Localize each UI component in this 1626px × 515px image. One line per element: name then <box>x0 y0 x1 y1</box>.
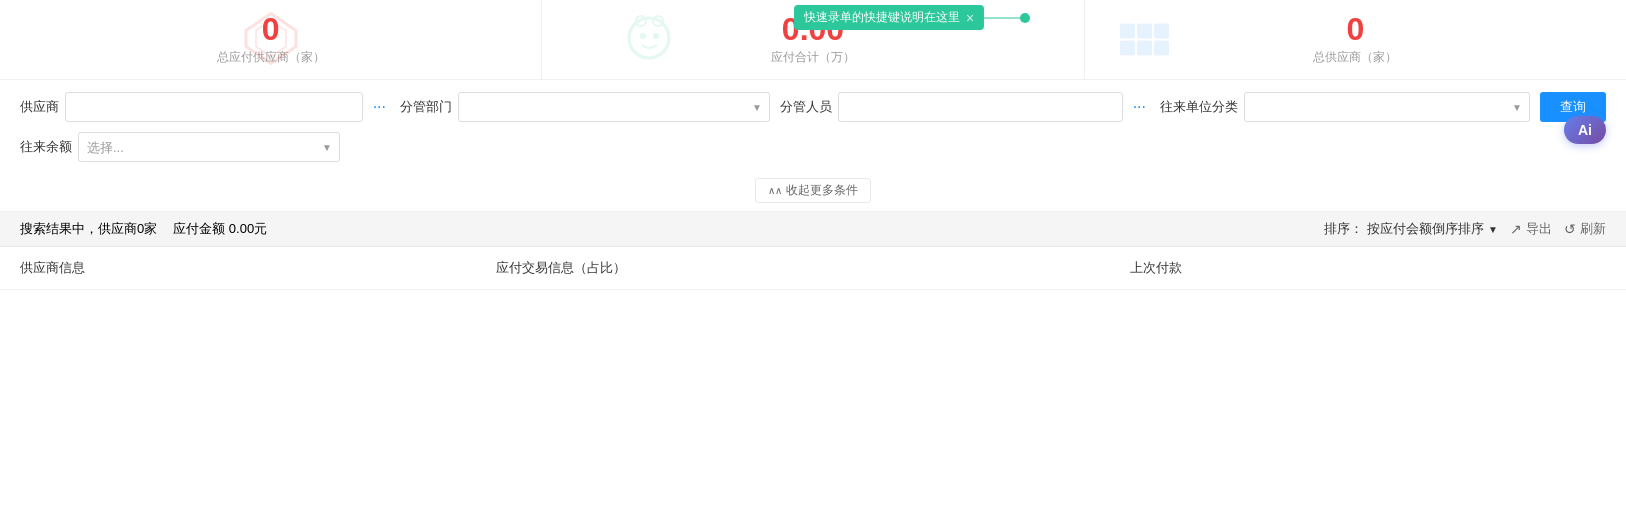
tooltip-close-btn[interactable]: × <box>966 11 974 25</box>
unit-category-select[interactable] <box>1244 92 1530 122</box>
department-select-wrapper: ▼ <box>458 92 770 122</box>
top-stats: 0 总应付供应商（家） 快速录单的快捷键说明在这里 × 0.00 应付合计（万） <box>0 0 1626 80</box>
refresh-icon: ↺ <box>1564 221 1576 237</box>
total-suppliers-label: 总供应商（家） <box>1313 49 1397 66</box>
collapse-label: 收起更多条件 <box>786 182 858 199</box>
refresh-button[interactable]: ↺ 刷新 <box>1564 220 1606 238</box>
collapse-button[interactable]: ∧∧ 收起更多条件 <box>755 178 871 203</box>
svg-rect-11 <box>1137 40 1152 55</box>
sort-button[interactable]: 排序： 按应付会额倒序排序 ▼ <box>1324 220 1498 238</box>
supplier-dots-btn[interactable]: ··· <box>369 98 390 116</box>
result-bar: 搜索结果中，供应商0家 应付金额 0.00元 排序： 按应付会额倒序排序 ▼ ↗… <box>0 212 1626 247</box>
svg-rect-10 <box>1120 40 1135 55</box>
svg-point-6 <box>653 33 659 39</box>
ai-button[interactable]: Ai <box>1564 116 1606 144</box>
collapse-bar: ∧∧ 收起更多条件 <box>20 172 1606 211</box>
svg-rect-12 <box>1154 40 1169 55</box>
result-info-text: 搜索结果中，供应商0家 <box>20 220 157 238</box>
balance-filter: 往来余额 选择... ▼ <box>20 132 340 162</box>
filter-row-2: 往来余额 选择... ▼ <box>20 132 1606 162</box>
tooltip-dot <box>1020 13 1030 23</box>
balance-select[interactable]: 选择... <box>78 132 340 162</box>
collapse-up-icon: ∧∧ <box>768 185 782 196</box>
result-actions: 排序： 按应付会额倒序排序 ▼ ↗ 导出 ↺ 刷新 <box>1324 220 1606 238</box>
person-filter: 分管人员 ··· <box>780 92 1150 122</box>
svg-marker-1 <box>256 20 286 56</box>
tooltip-text: 快速录单的快捷键说明在这里 <box>804 9 960 26</box>
diamond-icon <box>241 8 301 71</box>
svg-rect-8 <box>1137 23 1152 38</box>
table-col-supplier-info: 供应商信息 <box>20 259 496 277</box>
person-input[interactable] <box>838 92 1123 122</box>
refresh-label: 刷新 <box>1580 220 1606 238</box>
svg-rect-9 <box>1154 23 1169 38</box>
sort-label: 排序： <box>1324 220 1363 238</box>
department-filter: 分管部门 ▼ <box>400 92 770 122</box>
person-dots-btn[interactable]: ··· <box>1129 98 1150 116</box>
result-amount-text: 应付金额 0.00元 <box>173 220 267 238</box>
result-info-group: 搜索结果中，供应商0家 应付金额 0.00元 <box>20 220 267 238</box>
payable-total-label: 应付合计（万） <box>771 49 855 66</box>
filter-row-1: 供应商 ··· 分管部门 ▼ 分管人员 ··· 往来单位分类 <box>20 92 1606 122</box>
table-header: 供应商信息 应付交易信息（占比） 上次付款 <box>0 247 1626 290</box>
table-col-payable-info: 应付交易信息（占比） <box>496 259 1130 277</box>
table-col-last-payment: 上次付款 <box>1130 259 1606 277</box>
table-body <box>0 290 1626 490</box>
stat-payable-total: 快速录单的快捷键说明在这里 × 0.00 应付合计（万） <box>542 0 1084 79</box>
sort-arrow-icon: ▼ <box>1488 224 1498 235</box>
svg-rect-7 <box>1120 23 1135 38</box>
filter-section: 供应商 ··· 分管部门 ▼ 分管人员 ··· 往来单位分类 <box>0 80 1626 212</box>
department-select[interactable] <box>458 92 770 122</box>
balance-label: 往来余额 <box>20 138 72 156</box>
department-label: 分管部门 <box>400 98 452 116</box>
supplier-filter: 供应商 ··· <box>20 92 390 122</box>
person-label: 分管人员 <box>780 98 832 116</box>
stat-total-suppliers: 0 总供应商（家） <box>1085 0 1626 79</box>
export-label: 导出 <box>1526 220 1552 238</box>
unit-category-select-wrapper: ▼ <box>1244 92 1530 122</box>
total-suppliers-value: 0 <box>1346 13 1364 45</box>
balance-select-wrapper: 选择... ▼ <box>78 132 340 162</box>
svg-point-5 <box>640 33 646 39</box>
supplier-input[interactable] <box>65 92 363 122</box>
export-icon: ↗ <box>1510 221 1522 237</box>
unit-category-label: 往来单位分类 <box>1160 98 1238 116</box>
sort-value: 按应付会额倒序排序 <box>1367 220 1484 238</box>
stat-total-payable-suppliers: 0 总应付供应商（家） <box>0 0 542 79</box>
supplier-label: 供应商 <box>20 98 59 116</box>
export-button[interactable]: ↗ 导出 <box>1510 220 1552 238</box>
unit-category-filter: 往来单位分类 ▼ <box>1160 92 1530 122</box>
tooltip-bubble: 快速录单的快捷键说明在这里 × <box>794 5 984 30</box>
